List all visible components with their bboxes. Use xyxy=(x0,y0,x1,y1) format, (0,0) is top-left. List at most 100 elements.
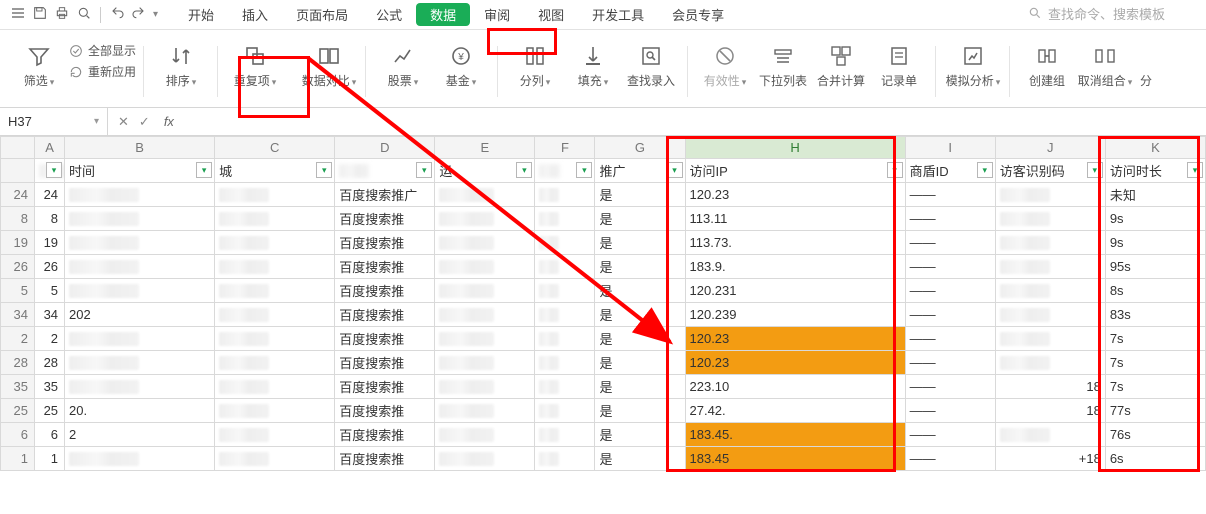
cell[interactable] xyxy=(435,327,535,351)
cell[interactable]: 是 xyxy=(595,447,685,471)
cell[interactable]: 113.11 xyxy=(685,207,905,231)
cell[interactable] xyxy=(65,183,215,207)
column-header-B[interactable]: B xyxy=(65,137,215,159)
cell[interactable] xyxy=(215,399,335,423)
cell[interactable]: 5 xyxy=(35,279,65,303)
qat-dropdown-icon[interactable]: ▾ xyxy=(153,9,158,20)
cell[interactable]: 百度搜索推 xyxy=(335,231,435,255)
filter-button-F[interactable]: ▾ xyxy=(576,162,592,178)
menu-tab-5[interactable]: 审阅 xyxy=(470,0,524,29)
row-header[interactable]: 5 xyxy=(1,279,35,303)
dropdown-list-button[interactable]: 下拉列表 xyxy=(754,38,812,88)
cell[interactable]: 百度搜索推 xyxy=(335,447,435,471)
cell[interactable]: —— xyxy=(905,375,995,399)
accept-formula-icon[interactable]: ✓ xyxy=(139,114,150,130)
row-header[interactable]: 34 xyxy=(1,303,35,327)
cell[interactable] xyxy=(65,231,215,255)
text-to-columns-button[interactable]: 分列▾ xyxy=(506,38,564,89)
row-header[interactable]: 6 xyxy=(1,423,35,447)
cell[interactable] xyxy=(435,399,535,423)
cell[interactable] xyxy=(535,231,595,255)
cell[interactable] xyxy=(65,255,215,279)
cell[interactable] xyxy=(65,351,215,375)
row-header[interactable] xyxy=(1,159,35,183)
cell[interactable] xyxy=(65,207,215,231)
cell[interactable]: 2 xyxy=(65,423,215,447)
sort-button[interactable]: 排序▾ xyxy=(152,38,210,89)
cell[interactable] xyxy=(995,183,1105,207)
filter-button-K[interactable]: ▾ xyxy=(1187,162,1203,178)
column-header-I[interactable]: I xyxy=(905,137,995,159)
spreadsheet-grid[interactable]: ABCDEFGHIJK ▾时间▾城▾▾运▾▾推广▾访问IP▾商盾ID▾访客识别码… xyxy=(0,136,1206,471)
preview-icon[interactable] xyxy=(76,5,92,24)
cell[interactable]: 9s xyxy=(1105,207,1205,231)
column-header-H[interactable]: H xyxy=(685,137,905,159)
row-header[interactable]: 24 xyxy=(1,183,35,207)
cell[interactable] xyxy=(435,279,535,303)
cell[interactable]: 9s xyxy=(1105,231,1205,255)
row-header[interactable]: 19 xyxy=(1,231,35,255)
column-header-E[interactable]: E xyxy=(435,137,535,159)
cell[interactable]: 83s xyxy=(1105,303,1205,327)
group-ungroup-button[interactable]: 取消组合▾ xyxy=(1076,38,1134,89)
row-header[interactable]: 28 xyxy=(1,351,35,375)
cell[interactable]: 20. xyxy=(65,399,215,423)
cell[interactable]: —— xyxy=(905,351,995,375)
cell[interactable]: —— xyxy=(905,183,995,207)
cell[interactable]: 183.9. xyxy=(685,255,905,279)
menu-tab-0[interactable]: 开始 xyxy=(174,0,228,29)
cell[interactable]: 百度搜索推 xyxy=(335,423,435,447)
cell[interactable]: 百度搜索推 xyxy=(335,351,435,375)
cell[interactable] xyxy=(535,183,595,207)
cell[interactable]: 百度搜索推 xyxy=(335,375,435,399)
cell[interactable]: 202 xyxy=(65,303,215,327)
cell[interactable] xyxy=(65,375,215,399)
cell[interactable]: 6 xyxy=(35,423,65,447)
cell[interactable]: —— xyxy=(905,255,995,279)
menu-icon[interactable] xyxy=(10,5,26,24)
cell[interactable] xyxy=(215,351,335,375)
cell[interactable]: 是 xyxy=(595,183,685,207)
cell[interactable]: 120.23 xyxy=(685,351,905,375)
row-header[interactable]: 1 xyxy=(1,447,35,471)
undo-icon[interactable] xyxy=(109,5,125,24)
cell[interactable]: 2 xyxy=(35,327,65,351)
cell[interactable]: 百度搜索推 xyxy=(335,303,435,327)
cell[interactable]: 是 xyxy=(595,303,685,327)
cell[interactable]: 百度搜索推 xyxy=(335,279,435,303)
cell[interactable]: 百度搜索推 xyxy=(335,207,435,231)
record-form-button[interactable]: 记录单 xyxy=(870,38,928,88)
cell[interactable]: +18 xyxy=(995,447,1105,471)
filter-button-E[interactable]: ▾ xyxy=(516,162,532,178)
column-header-G[interactable]: G xyxy=(595,137,685,159)
row-header[interactable]: 25 xyxy=(1,399,35,423)
filter-button-H[interactable]: ▾ xyxy=(887,162,903,178)
cell[interactable] xyxy=(435,207,535,231)
fx-label[interactable]: fx xyxy=(164,114,174,129)
cell[interactable] xyxy=(435,447,535,471)
save-icon[interactable] xyxy=(32,5,48,24)
cell[interactable]: 是 xyxy=(595,399,685,423)
menu-tab-8[interactable]: 会员专享 xyxy=(658,0,738,29)
column-header-D[interactable]: D xyxy=(335,137,435,159)
menu-tab-2[interactable]: 页面布局 xyxy=(282,0,362,29)
reapply-button[interactable]: 重新应用 xyxy=(68,63,136,80)
cell[interactable]: 24 xyxy=(35,183,65,207)
row-header[interactable]: 8 xyxy=(1,207,35,231)
cell[interactable] xyxy=(995,231,1105,255)
cell[interactable] xyxy=(435,375,535,399)
filter-button-I[interactable]: ▾ xyxy=(977,162,993,178)
data-compare-button[interactable]: 数据对比▾ xyxy=(300,38,358,89)
cell[interactable]: 76s xyxy=(1105,423,1205,447)
cell[interactable] xyxy=(995,207,1105,231)
cell[interactable]: 120.23 xyxy=(685,183,905,207)
whatif-button[interactable]: 模拟分析▾ xyxy=(944,38,1002,89)
cell[interactable] xyxy=(995,327,1105,351)
cell[interactable] xyxy=(215,279,335,303)
cell[interactable] xyxy=(215,207,335,231)
cell[interactable]: 是 xyxy=(595,207,685,231)
cell[interactable] xyxy=(65,447,215,471)
cell[interactable]: 7s xyxy=(1105,375,1205,399)
filter-button[interactable]: 筛选▾ xyxy=(10,38,68,89)
cell[interactable]: 7s xyxy=(1105,327,1205,351)
